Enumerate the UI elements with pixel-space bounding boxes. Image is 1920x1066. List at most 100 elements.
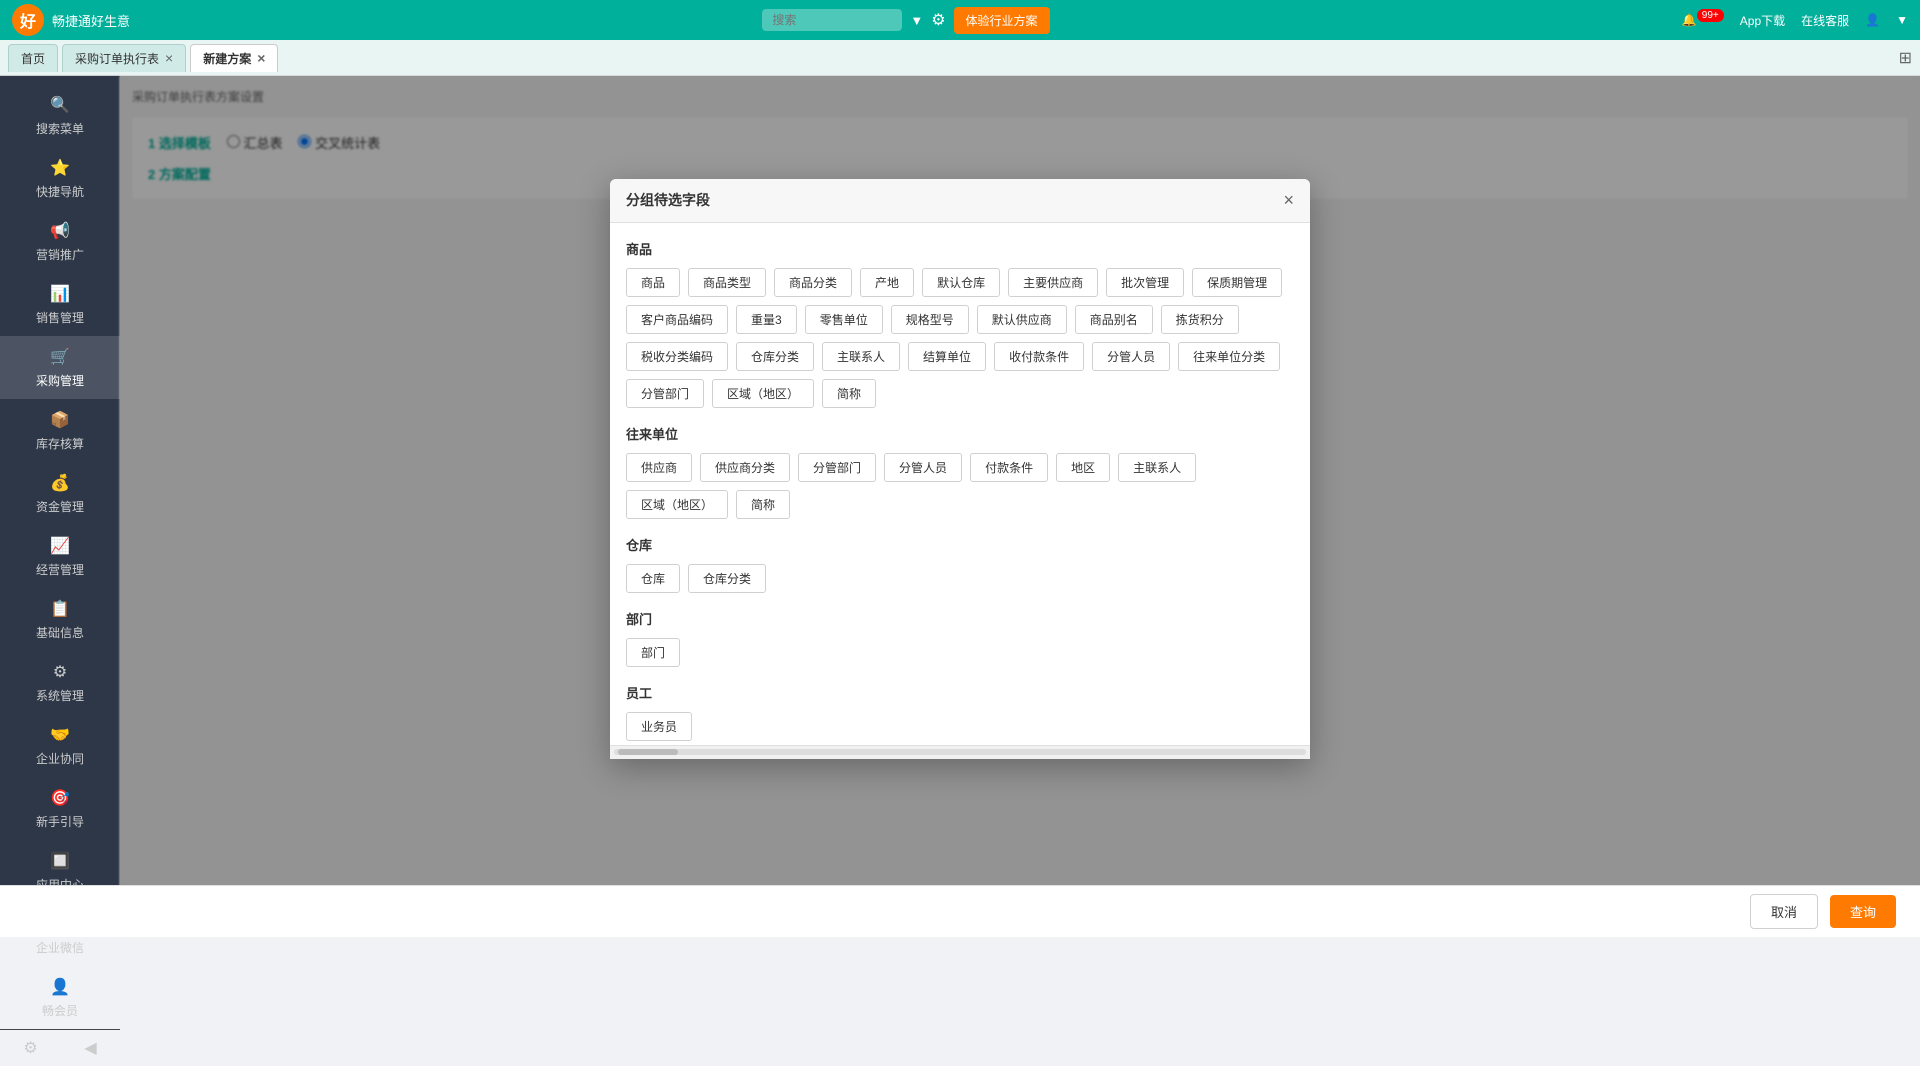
sidebar-item-member-label: 畅会员 [42, 1002, 78, 1019]
field-dept[interactable]: 部门 [626, 638, 680, 667]
field-partner-dept[interactable]: 分管部门 [798, 453, 876, 482]
member-icon: 👤 [49, 976, 71, 998]
field-area-region[interactable]: 区域（地区） [712, 379, 814, 408]
section-dept-title: 部门 [626, 609, 1294, 628]
section-staff-title: 员工 [626, 683, 1294, 702]
online-service[interactable]: 在线客服 [1801, 12, 1849, 29]
field-default-supplier[interactable]: 默认供应商 [977, 305, 1067, 334]
field-supplier[interactable]: 供应商 [626, 453, 692, 482]
field-retail-unit[interactable]: 零售单位 [805, 305, 883, 334]
section-staff-grid: 业务员 [626, 712, 1294, 741]
field-product-category[interactable]: 商品分类 [774, 268, 852, 297]
inventory-icon: 📦 [49, 409, 71, 431]
sidebar: 🔍 搜索菜单 ⭐ 快捷导航 📢 营销推广 📊 销售管理 🛒 采购管理 📦 库存核… [0, 76, 120, 937]
cancel-button[interactable]: 取消 [1750, 894, 1818, 929]
tab-home[interactable]: 首页 [8, 44, 58, 72]
sidebar-item-collab[interactable]: 🤝 企业协同 [0, 714, 120, 777]
sales-icon: 📊 [49, 283, 71, 305]
field-warehouse[interactable]: 仓库 [626, 564, 680, 593]
modal-footer: 取消 查询 [0, 885, 1920, 937]
app-center-icon: 🔲 [49, 850, 71, 872]
section-partner-grid: 供应商 供应商分类 分管部门 分管人员 付款条件 地区 主联系人 区域（地区） … [626, 453, 1294, 519]
search-dropdown-icon[interactable]: ▼ [910, 13, 923, 28]
field-salesperson[interactable]: 业务员 [626, 712, 692, 741]
field-select-modal: 分组待选字段 × 商品 商品 商品类型 商品分类 产地 默认仓库 主要供应商 批… [610, 179, 1310, 759]
field-customer-code[interactable]: 客户商品编码 [626, 305, 728, 334]
section-dept-grid: 部门 [626, 638, 1294, 667]
sidebar-item-finance[interactable]: 💰 资金管理 [0, 462, 120, 525]
sidebar-item-quick-nav[interactable]: ⭐ 快捷导航 [0, 147, 120, 210]
field-tax-code[interactable]: 税收分类编码 [626, 342, 728, 371]
sidebar-settings-icon[interactable]: ⚙ [23, 1038, 37, 1058]
field-main-contact2[interactable]: 主联系人 [1118, 453, 1196, 482]
sidebar-item-marketing[interactable]: 📢 营销推广 [0, 210, 120, 273]
tab-purchase-close[interactable]: × [165, 50, 173, 66]
field-short-name2[interactable]: 简称 [736, 490, 790, 519]
field-partner-manager[interactable]: 分管人员 [884, 453, 962, 482]
user-avatar[interactable]: 👤 [1865, 13, 1880, 27]
field-batch-manage[interactable]: 批次管理 [1106, 268, 1184, 297]
sidebar-item-member[interactable]: 👤 畅会员 [0, 966, 120, 1029]
tab-new-plan-close[interactable]: × [257, 50, 265, 66]
sidebar-item-system[interactable]: ⚙ 系统管理 [0, 651, 120, 714]
sidebar-item-wechat-label: 企业微信 [36, 939, 84, 956]
field-product[interactable]: 商品 [626, 268, 680, 297]
notification-area[interactable]: 🔔99+ [1682, 13, 1724, 27]
field-manager[interactable]: 分管人员 [1092, 342, 1170, 371]
field-area[interactable]: 地区 [1056, 453, 1110, 482]
field-weight3[interactable]: 重量3 [736, 305, 797, 334]
sidebar-item-quick-nav-label: 快捷导航 [36, 183, 84, 200]
settings-icon[interactable]: ⚙ [931, 10, 945, 30]
sidebar-item-sales-label: 销售管理 [36, 309, 84, 326]
field-short-name[interactable]: 简称 [822, 379, 876, 408]
field-origin[interactable]: 产地 [860, 268, 914, 297]
section-partner-title: 往来单位 [626, 424, 1294, 443]
guide-icon: 🎯 [49, 787, 71, 809]
header-search-input[interactable] [762, 9, 902, 31]
sidebar-item-guide[interactable]: 🎯 新手引导 [0, 777, 120, 840]
field-settlement-unit[interactable]: 结算单位 [908, 342, 986, 371]
modal-close-button[interactable]: × [1283, 191, 1294, 209]
field-dept-manage[interactable]: 分管部门 [626, 379, 704, 408]
field-supplier-category[interactable]: 供应商分类 [700, 453, 790, 482]
field-area-region2[interactable]: 区域（地区） [626, 490, 728, 519]
field-product-alias[interactable]: 商品别名 [1075, 305, 1153, 334]
field-warehouse-category[interactable]: 仓库分类 [736, 342, 814, 371]
field-quality-manage[interactable]: 保质期管理 [1192, 268, 1282, 297]
sidebar-item-basic-info[interactable]: 📋 基础信息 [0, 588, 120, 651]
sidebar-item-operations[interactable]: 📈 经营管理 [0, 525, 120, 588]
field-warehouse-type[interactable]: 仓库分类 [688, 564, 766, 593]
field-main-contact[interactable]: 主联系人 [822, 342, 900, 371]
sidebar-item-purchase[interactable]: 🛒 采购管理 [0, 336, 120, 399]
sidebar-collapse-icon[interactable]: ◀ [84, 1038, 96, 1058]
modal-horizontal-scrollbar[interactable] [610, 745, 1310, 759]
confirm-button[interactable]: 查询 [1830, 895, 1896, 928]
field-default-warehouse[interactable]: 默认仓库 [922, 268, 1000, 297]
logo-short: 好 [20, 8, 36, 32]
user-dropdown[interactable]: ▼ [1896, 13, 1908, 27]
search-icon: 🔍 [49, 94, 71, 116]
sidebar-item-collab-label: 企业协同 [36, 750, 84, 767]
sidebar-item-search[interactable]: 🔍 搜索菜单 [0, 84, 120, 147]
sidebar-item-inventory[interactable]: 📦 库存核算 [0, 399, 120, 462]
sidebar-item-marketing-label: 营销推广 [36, 246, 84, 263]
app-download[interactable]: App下载 [1740, 12, 1785, 29]
modal-body[interactable]: 商品 商品 商品类型 商品分类 产地 默认仓库 主要供应商 批次管理 保质期管理… [610, 223, 1310, 745]
field-main-supplier[interactable]: 主要供应商 [1008, 268, 1098, 297]
trial-button[interactable]: 体验行业方案 [954, 7, 1050, 34]
sidebar-item-inventory-label: 库存核算 [36, 435, 84, 452]
sidebar-item-search-label: 搜索菜单 [36, 120, 84, 137]
field-spec-model[interactable]: 规格型号 [891, 305, 969, 334]
sidebar-item-sales[interactable]: 📊 销售管理 [0, 273, 120, 336]
field-payment-terms[interactable]: 收付款条件 [994, 342, 1084, 371]
field-pay-terms[interactable]: 付款条件 [970, 453, 1048, 482]
finance-icon: 💰 [49, 472, 71, 494]
field-product-type[interactable]: 商品类型 [688, 268, 766, 297]
field-pick-points[interactable]: 拣货积分 [1161, 305, 1239, 334]
tab-purchase-list[interactable]: 采购订单执行表 × [62, 44, 186, 72]
hscroll-thumb[interactable] [618, 749, 678, 755]
sidebar-item-system-label: 系统管理 [36, 687, 84, 704]
tab-new-plan[interactable]: 新建方案 × [190, 44, 278, 72]
field-partner-category[interactable]: 往来单位分类 [1178, 342, 1280, 371]
tab-expand-icon[interactable]: ⊞ [1899, 48, 1912, 68]
